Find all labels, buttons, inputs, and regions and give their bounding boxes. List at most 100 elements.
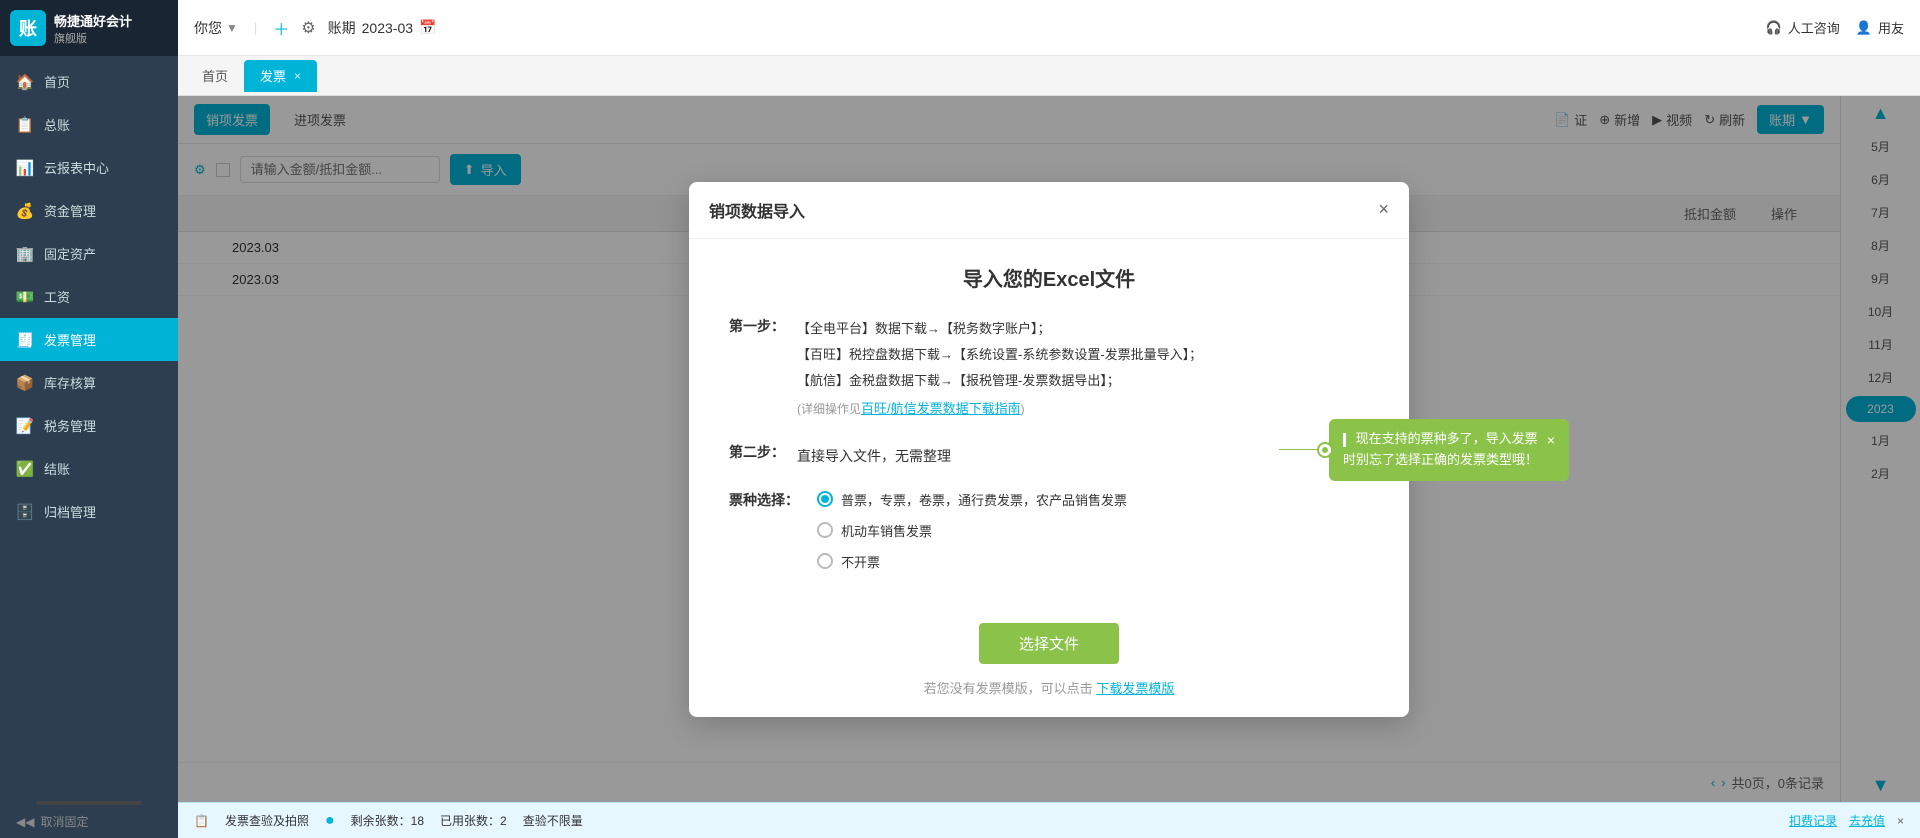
modal-note-text: 若您没有发票模版，可以点击 xyxy=(924,681,1093,696)
sidebar-item-invoice[interactable]: 🧾 发票管理 xyxy=(0,318,178,361)
status-bar-close-button[interactable]: × xyxy=(1897,814,1904,828)
step2-content: 直接导入文件，无需整理 xyxy=(797,442,951,470)
tooltip-bar xyxy=(1343,433,1346,447)
sidebar-item-archive[interactable]: 🗄️ 归档管理 xyxy=(0,490,178,533)
radio-label-3: 不开票 xyxy=(841,552,880,571)
radio-label-2: 机动车销售发票 xyxy=(841,521,932,540)
reports-icon: 📊 xyxy=(16,159,34,177)
headset-icon: 🎧 xyxy=(1766,20,1782,36)
step2-label: 第二步： xyxy=(729,442,789,462)
tooltip-text: 现在支持的票种多了，导入发票时别忘了选择正确的发票类型哦！ xyxy=(1343,431,1538,467)
modal-title: 销项数据导入 xyxy=(709,198,805,222)
sidebar-item-home[interactable]: 🏠 首页 xyxy=(0,60,178,103)
sidebar-item-label: 工资 xyxy=(44,287,70,306)
step1-link-anchor[interactable]: 百旺/航信发票数据下载指南 xyxy=(861,401,1021,416)
step1-line2: 【百旺】税控盘数据下载→【系统设置-系统参数设置-发票批量导入】； xyxy=(797,342,1202,368)
modal-main-title: 导入您的Excel文件 xyxy=(729,263,1369,292)
tab-bar: 首页 发票 × xyxy=(178,56,1920,96)
step2-row: 第二步： 直接导入文件，无需整理 xyxy=(729,442,1369,470)
account-selector[interactable]: 你您 ▼ xyxy=(194,18,238,38)
inventory-icon: 📦 xyxy=(16,374,34,392)
tab-invoice[interactable]: 发票 × xyxy=(244,60,317,92)
step1-content: 【全电平台】数据下载→【税务数字账户】； 【百旺】税控盘数据下载→【系统设置-系… xyxy=(797,316,1202,422)
consult-label: 人工咨询 xyxy=(1788,18,1840,37)
settle-icon: ✅ xyxy=(16,460,34,478)
invoice-icon: 🧾 xyxy=(16,331,34,349)
select-file-button[interactable]: 选择文件 xyxy=(979,623,1119,664)
sidebar-item-finance[interactable]: 💰 资金管理 xyxy=(0,189,178,232)
sidebar-item-ledger[interactable]: 📋 总账 xyxy=(0,103,178,146)
modal-header: 销项数据导入 × xyxy=(689,182,1409,239)
ticket-select-row: 票种选择： 普票，专票，卷票，通行费发票，农产品销售发票 机动车销售发票 xyxy=(729,490,1369,571)
radio-option-2[interactable]: 机动车销售发票 xyxy=(817,521,1127,540)
step1-line1: 【全电平台】数据下载→【税务数字账户】； xyxy=(797,316,1202,342)
recharge-record-link[interactable]: 扣费记录 xyxy=(1789,812,1837,829)
logo-title: 畅捷通好会计 xyxy=(54,11,132,30)
add-button[interactable]: ＋ xyxy=(273,16,289,40)
user-name: 用友 xyxy=(1878,18,1904,37)
logo-subtitle: 旗舰版 xyxy=(54,30,132,46)
tab-home-label: 首页 xyxy=(202,66,228,85)
status-remaining: 剩余张数：18 xyxy=(351,812,424,829)
step1-link: (详细操作见百旺/航信发票数据下载指南) xyxy=(797,396,1202,422)
home-icon: 🏠 xyxy=(16,73,34,91)
tab-home[interactable]: 首页 xyxy=(186,60,244,92)
status-badge: ● xyxy=(325,812,335,830)
tooltip-bubble: × 现在支持的票种多了，导入发票时别忘了选择正确的发票类型哦！ xyxy=(1329,419,1569,481)
status-bar: 📋 发票查验及拍照 ● 剩余张数：18 已用张数：2 查验不限量 扣费记录 去充… xyxy=(178,802,1920,838)
finance-icon: 💰 xyxy=(16,202,34,220)
modal-close-button[interactable]: × xyxy=(1378,199,1389,220)
modal-body: 导入您的Excel文件 第一步： 【全电平台】数据下载→【税务数字账户】； 【百… xyxy=(689,239,1409,611)
assets-icon: 🏢 xyxy=(16,245,34,263)
tab-invoice-label: 发票 xyxy=(260,66,286,85)
modal-note: 若您没有发票模版，可以点击 下载发票模版 xyxy=(729,678,1369,697)
unpin-icon: ◀◀ xyxy=(16,815,34,829)
ledger-icon: 📋 xyxy=(16,116,34,134)
consult-button[interactable]: 🎧 人工咨询 xyxy=(1766,18,1840,37)
radio-checked-icon xyxy=(817,491,833,507)
sidebar-item-reports[interactable]: 📊 云报表中心 xyxy=(0,146,178,189)
sidebar-item-tax[interactable]: 📝 税务管理 xyxy=(0,404,178,447)
sidebar-item-inventory[interactable]: 📦 库存核算 xyxy=(0,361,178,404)
tooltip-close-button[interactable]: × xyxy=(1547,429,1555,451)
status-bar-right: 扣费记录 去充值 × xyxy=(1789,812,1904,829)
logo-icon: 账 xyxy=(10,10,46,46)
sidebar-item-label: 归档管理 xyxy=(44,502,96,521)
sidebar-item-label: 总账 xyxy=(44,115,70,134)
status-used: 已用张数：2 xyxy=(440,812,507,829)
main-content: 你您 ▼ | ＋ ⚙ 账期 2023-03 📅 🎧 人工咨询 👤 用友 xyxy=(178,0,1920,838)
tab-close-icon[interactable]: × xyxy=(294,69,301,83)
connector-dot xyxy=(1319,444,1331,456)
topbar: 你您 ▼ | ＋ ⚙ 账期 2023-03 📅 🎧 人工咨询 👤 用友 xyxy=(178,0,1920,56)
topup-link[interactable]: 去充值 xyxy=(1849,812,1885,829)
sidebar-nav: 🏠 首页 📋 总账 📊 云报表中心 💰 资金管理 🏢 固定资产 💵 工资 xyxy=(0,56,178,801)
sidebar-item-label: 库存核算 xyxy=(44,373,96,392)
period-prefix: 账期 xyxy=(328,18,356,38)
logo-text-block: 畅捷通好会计 旗舰版 xyxy=(54,11,132,46)
settings-icon[interactable]: ⚙ xyxy=(301,18,315,38)
radio-options: 普票，专票，卷票，通行费发票，农产品销售发票 机动车销售发票 不开票 xyxy=(817,490,1127,571)
sidebar-item-label: 结账 xyxy=(44,459,70,478)
user-menu[interactable]: 👤 用友 xyxy=(1856,18,1904,37)
radio-unchecked-icon xyxy=(817,522,833,538)
radio-unchecked-icon-2 xyxy=(817,553,833,569)
radio-label-1: 普票，专票，卷票，通行费发票，农产品销售发票 xyxy=(841,490,1127,509)
unpin-label: 取消固定 xyxy=(40,813,88,830)
sidebar-item-assets[interactable]: 🏢 固定资产 xyxy=(0,232,178,275)
sidebar-item-label: 固定资产 xyxy=(44,244,96,263)
radio-option-1[interactable]: 普票，专票，卷票，通行费发票，农产品销售发票 xyxy=(817,490,1127,509)
topbar-separator: | xyxy=(254,20,257,35)
period-value: 2023-03 xyxy=(362,20,413,36)
status-bar-icon: 📋 xyxy=(194,814,209,828)
radio-option-3[interactable]: 不开票 xyxy=(817,552,1127,571)
download-template-link[interactable]: 下载发票模版 xyxy=(1096,681,1174,696)
sidebar-unpin[interactable]: ◀◀ 取消固定 xyxy=(0,805,178,838)
step1-row: 第一步： 【全电平台】数据下载→【税务数字账户】； 【百旺】税控盘数据下载→【系… xyxy=(729,316,1369,422)
archive-icon: 🗄️ xyxy=(16,503,34,521)
sidebar-item-settle[interactable]: ✅ 结账 xyxy=(0,447,178,490)
connector-line xyxy=(1279,449,1319,450)
sidebar-item-salary[interactable]: 💵 工资 xyxy=(0,275,178,318)
calendar-icon: 📅 xyxy=(419,19,436,36)
status-unlimited: 查验不限量 xyxy=(523,812,583,829)
period-selector[interactable]: 账期 2023-03 📅 xyxy=(328,18,437,38)
